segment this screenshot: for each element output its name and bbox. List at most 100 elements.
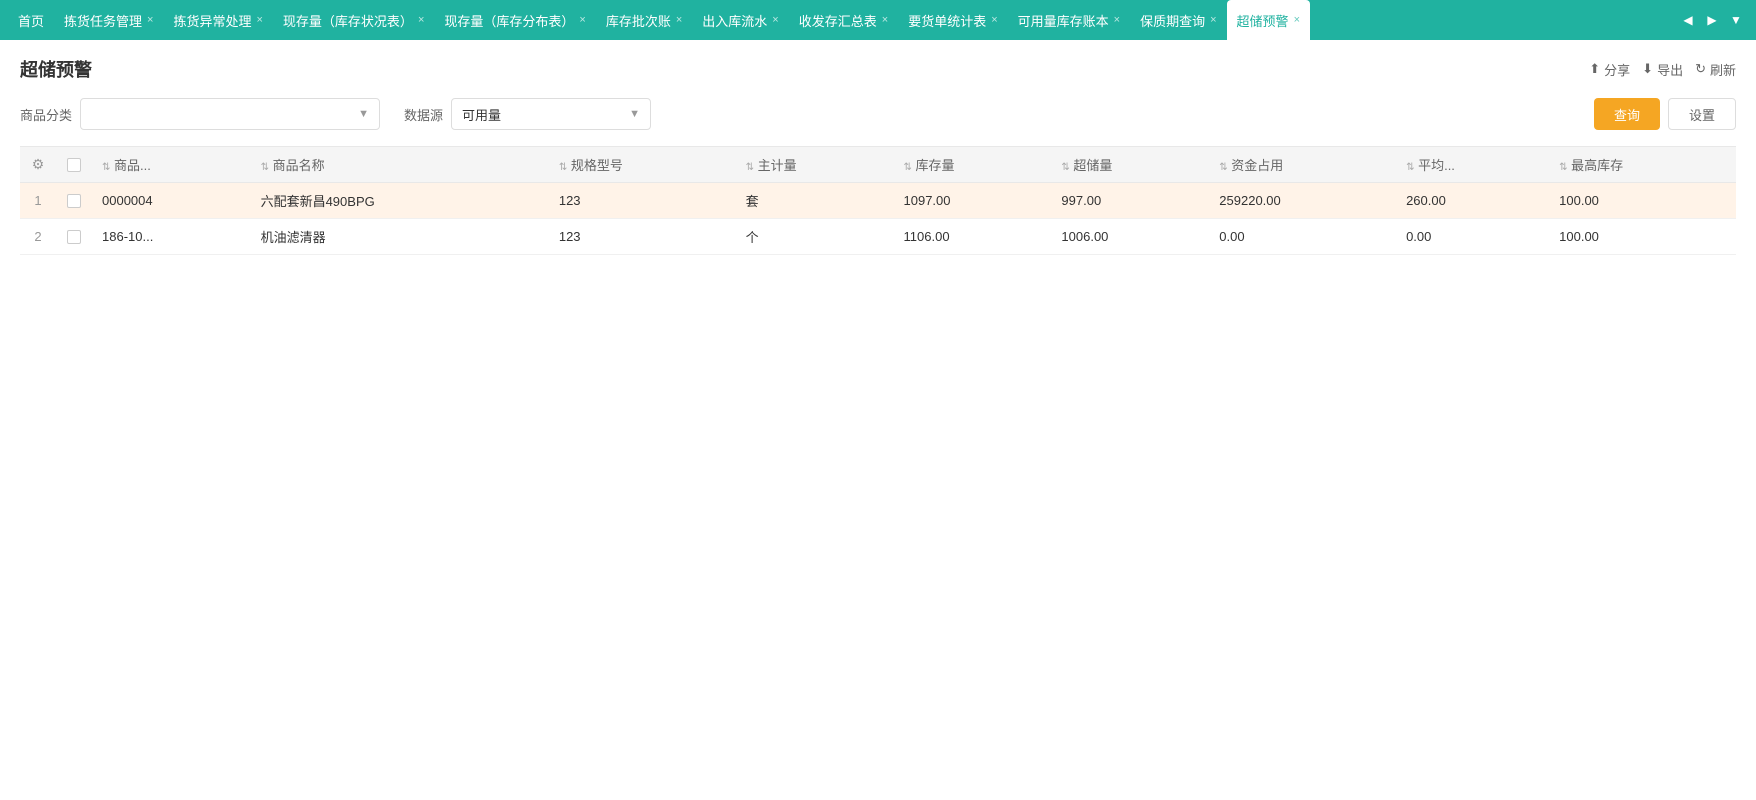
settings-button[interactable]: 设置 bbox=[1668, 98, 1736, 130]
row-number: 1 bbox=[20, 183, 56, 219]
top-navigation: 首页拣货任务管理×拣货异常处理×现存量（库存状况表）×现存量（库存分布表）×库存… bbox=[0, 0, 1756, 40]
nav-item-label: 拣货任务管理 bbox=[64, 11, 142, 30]
nav-item-stow-exception[interactable]: 拣货异常处理 × bbox=[163, 0, 272, 40]
capital: 259220.00 bbox=[1209, 183, 1396, 219]
nav-item-quality-check[interactable]: 保质期查询× bbox=[1130, 0, 1226, 40]
table-header-row: ⚙ ⇅ 商品... ⇅ 商品名称 ⇅ 规格型号 bbox=[20, 147, 1736, 183]
datasource-select-value: 可用量 bbox=[462, 105, 501, 124]
nav-item-home[interactable]: 首页 bbox=[8, 0, 54, 40]
unit: 个 bbox=[736, 219, 894, 255]
max-stock: 100.00 bbox=[1549, 219, 1736, 255]
table-row: 1 0000004 六配套新昌490BPG 123 套 1097.00 997.… bbox=[20, 183, 1736, 219]
nav-item-label: 现存量（库存分布表） bbox=[444, 11, 574, 30]
settings-column-header[interactable]: ⚙ bbox=[20, 147, 56, 183]
row-checkbox[interactable] bbox=[67, 194, 81, 208]
nav-item-available-ledger[interactable]: 可用量库存账本 × bbox=[1008, 0, 1130, 40]
nav-item-label: 出入库流水 bbox=[702, 11, 767, 30]
share-button[interactable]: ⬆ 分享 bbox=[1589, 60, 1630, 79]
row-number: 2 bbox=[20, 219, 56, 255]
nav-item-label: 超储预警 bbox=[1237, 11, 1289, 30]
filter-row: 商品分类 ▼ 数据源 可用量 ▼ 查询 设置 bbox=[20, 98, 1736, 130]
category-filter: 商品分类 ▼ bbox=[20, 98, 380, 130]
nav-item-label: 拣货异常处理 bbox=[173, 11, 251, 30]
nav-item-receive-summary[interactable]: 收发存汇总表 × bbox=[789, 0, 898, 40]
nav-item-inventory-dist[interactable]: 现存量（库存分布表） × bbox=[434, 0, 595, 40]
sort-icon4: ⇅ bbox=[746, 162, 754, 173]
max-stock-header[interactable]: ⇅ 最高库存 bbox=[1549, 147, 1736, 183]
export-icon: ⬇ bbox=[1642, 61, 1653, 77]
product-name: 六配套新昌490BPG bbox=[251, 183, 549, 219]
nav-close-btn[interactable]: × bbox=[256, 14, 262, 26]
nav-close-btn[interactable]: × bbox=[579, 14, 585, 26]
nav-arrow-left[interactable]: ◀ bbox=[1676, 0, 1700, 40]
row-checkbox[interactable] bbox=[67, 230, 81, 244]
nav-close-btn[interactable]: × bbox=[1294, 14, 1300, 26]
nav-item-label: 库存批次账 bbox=[606, 11, 671, 30]
table-body: 1 0000004 六配套新昌490BPG 123 套 1097.00 997.… bbox=[20, 183, 1736, 255]
page-header: 超储预警 ⬆ 分享 ⬇ 导出 ↻ 刷新 bbox=[20, 56, 1736, 82]
row-checkbox-cell bbox=[56, 183, 92, 219]
sort-icon7: ⇅ bbox=[1219, 162, 1227, 173]
stock: 1106.00 bbox=[894, 219, 1052, 255]
data-table-container: ⚙ ⇅ 商品... ⇅ 商品名称 ⇅ 规格型号 bbox=[20, 146, 1736, 255]
category-select-arrow: ▼ bbox=[358, 108, 369, 120]
product-code: 186-10... bbox=[92, 219, 251, 255]
overstock-header[interactable]: ⇅ 超储量 bbox=[1051, 147, 1209, 183]
datasource-filter: 数据源 可用量 ▼ bbox=[404, 98, 651, 130]
nav-item-label: 可用量库存账本 bbox=[1018, 11, 1109, 30]
nav-item-label: 收发存汇总表 bbox=[799, 11, 877, 30]
sort-icon9: ⇅ bbox=[1559, 162, 1567, 173]
nav-close-btn[interactable]: × bbox=[676, 14, 682, 26]
nav-close-btn[interactable]: × bbox=[418, 14, 424, 26]
spec: 123 bbox=[549, 183, 736, 219]
sort-icon8: ⇅ bbox=[1406, 162, 1414, 173]
nav-item-label: 首页 bbox=[18, 11, 44, 30]
page-content: 超储预警 ⬆ 分享 ⬇ 导出 ↻ 刷新 商品分类 ▼ 数据源 bbox=[0, 40, 1756, 800]
nav-arrow-more[interactable]: ▼ bbox=[1724, 0, 1748, 40]
max-stock: 100.00 bbox=[1549, 183, 1736, 219]
overstock: 997.00 bbox=[1051, 183, 1209, 219]
datasource-select-arrow: ▼ bbox=[629, 108, 640, 120]
sort-icon5: ⇅ bbox=[904, 162, 912, 173]
product-name-header[interactable]: ⇅ 商品名称 bbox=[251, 147, 549, 183]
nav-close-btn[interactable]: × bbox=[991, 14, 997, 26]
export-button[interactable]: ⬇ 导出 bbox=[1642, 60, 1683, 79]
nav-arrow-right[interactable]: ▶ bbox=[1700, 0, 1724, 40]
nav-item-inventory-batch[interactable]: 库存批次账 × bbox=[596, 0, 692, 40]
nav-item-stow-task[interactable]: 拣货任务管理 × bbox=[54, 0, 163, 40]
product-name: 机油滤清器 bbox=[251, 219, 549, 255]
nav-item-inventory-status[interactable]: 现存量（库存状况表）× bbox=[273, 0, 434, 40]
nav-close-btn[interactable]: × bbox=[772, 14, 778, 26]
avg-header[interactable]: ⇅ 平均... bbox=[1396, 147, 1549, 183]
datasource-label: 数据源 bbox=[404, 105, 443, 124]
datasource-select[interactable]: 可用量 ▼ bbox=[451, 98, 651, 130]
avg: 260.00 bbox=[1396, 183, 1549, 219]
nav-close-btn[interactable]: × bbox=[882, 14, 888, 26]
overstock: 1006.00 bbox=[1051, 219, 1209, 255]
nav-close-btn[interactable]: × bbox=[1210, 14, 1216, 26]
unit: 套 bbox=[736, 183, 894, 219]
unit-header[interactable]: ⇅ 主计量 bbox=[736, 147, 894, 183]
refresh-button[interactable]: ↻ 刷新 bbox=[1695, 60, 1736, 79]
query-button[interactable]: 查询 bbox=[1594, 98, 1660, 130]
checkbox-column-header[interactable] bbox=[56, 147, 92, 183]
share-icon: ⬆ bbox=[1589, 61, 1600, 77]
nav-item-inout-flow[interactable]: 出入库流水 × bbox=[692, 0, 788, 40]
spec-header[interactable]: ⇅ 规格型号 bbox=[549, 147, 736, 183]
nav-close-btn[interactable]: × bbox=[1114, 14, 1120, 26]
header-actions: ⬆ 分享 ⬇ 导出 ↻ 刷新 bbox=[1589, 60, 1736, 79]
nav-item-order-stats[interactable]: 要货单统计表× bbox=[898, 0, 1007, 40]
select-all-checkbox[interactable] bbox=[67, 158, 81, 172]
capital-header[interactable]: ⇅ 资金占用 bbox=[1209, 147, 1396, 183]
sort-icon3: ⇅ bbox=[559, 162, 567, 173]
gear-icon[interactable]: ⚙ bbox=[32, 156, 45, 172]
data-table: ⚙ ⇅ 商品... ⇅ 商品名称 ⇅ 规格型号 bbox=[20, 146, 1736, 255]
stock: 1097.00 bbox=[894, 183, 1052, 219]
capital: 0.00 bbox=[1209, 219, 1396, 255]
nav-close-btn[interactable]: × bbox=[147, 14, 153, 26]
nav-item-overstock-warning[interactable]: 超储预警 × bbox=[1227, 0, 1310, 40]
sort-icon2: ⇅ bbox=[261, 162, 269, 173]
stock-header[interactable]: ⇅ 库存量 bbox=[894, 147, 1052, 183]
product-code-header[interactable]: ⇅ 商品... bbox=[92, 147, 251, 183]
category-select[interactable]: ▼ bbox=[80, 98, 380, 130]
